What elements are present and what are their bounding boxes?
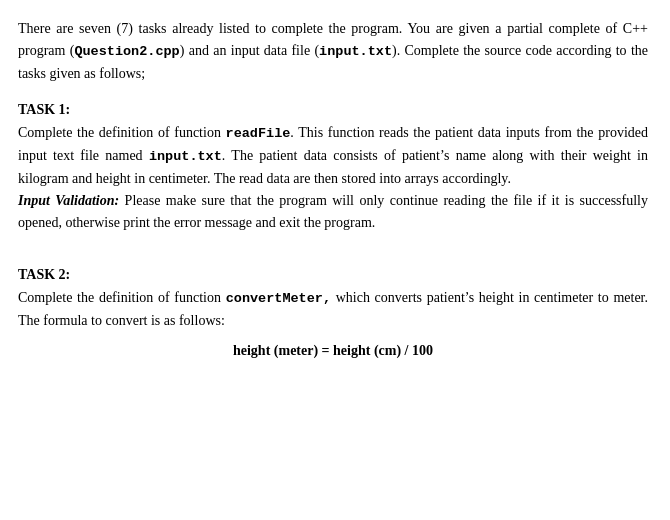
task2-func-convertmeter: convertMeter, xyxy=(226,291,331,306)
task1-text-1: Complete the definition of function xyxy=(18,125,226,140)
task1-func-readfile: readFile xyxy=(226,126,291,141)
task1-title: TASK 1: xyxy=(18,102,648,118)
intro-code-question2: Question2.cpp xyxy=(74,44,179,59)
task2-title: TASK 2: xyxy=(18,267,648,283)
task1-code-input: input.txt xyxy=(149,149,222,164)
content-area: There are seven (7) tasks already listed… xyxy=(18,18,648,362)
intro-text-2: ) and an input data file ( xyxy=(180,43,319,58)
intro-paragraph: There are seven (7) tasks already listed… xyxy=(18,18,648,84)
task2-text-1: Complete the definition of function xyxy=(18,290,226,305)
task1-body: Complete the definition of function read… xyxy=(18,122,648,233)
task2-body: Complete the definition of function conv… xyxy=(18,287,648,361)
spacer xyxy=(18,251,648,267)
task2-block: TASK 2: Complete the definition of funct… xyxy=(18,267,648,361)
task1-block: TASK 1: Complete the definition of funct… xyxy=(18,102,648,233)
task1-validation-label: Input Validation: xyxy=(18,193,119,208)
intro-code-input: input.txt xyxy=(319,44,392,59)
task2-formula: height (meter) = height (cm) / 100 xyxy=(18,340,648,362)
